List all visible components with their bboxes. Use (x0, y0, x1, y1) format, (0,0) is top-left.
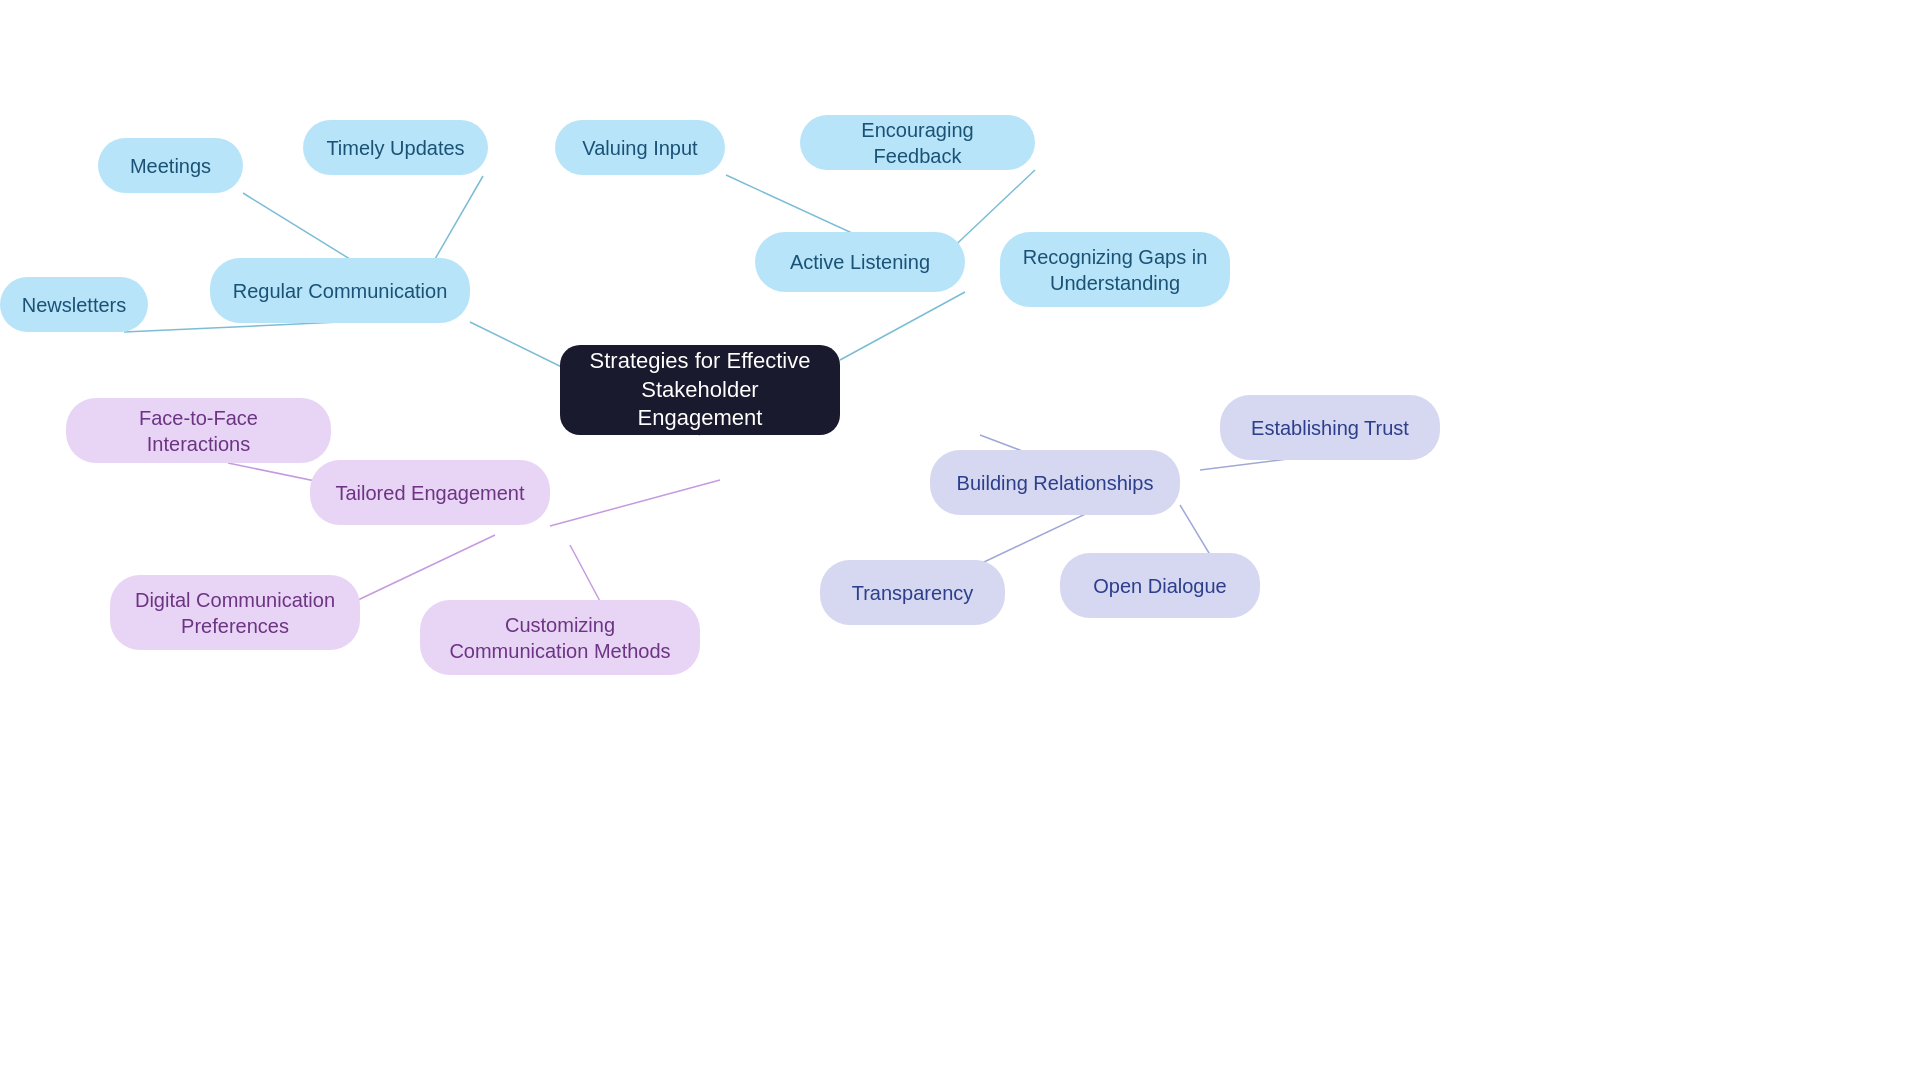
node-recognizing-gaps: Recognizing Gaps in Understanding (1000, 232, 1230, 307)
node-meetings: Meetings (98, 138, 243, 193)
node-transparency: Transparency (820, 560, 1005, 625)
node-timely-updates: Timely Updates (303, 120, 488, 175)
node-active-listening: Active Listening (755, 232, 965, 292)
svg-line-1 (840, 292, 965, 360)
node-customizing-comm: Customizing Communication Methods (420, 600, 700, 675)
node-digital-comm: Digital Communication Preferences (110, 575, 360, 650)
node-open-dialogue: Open Dialogue (1060, 553, 1260, 618)
node-building-relationships: Building Relationships (930, 450, 1180, 515)
svg-line-6 (124, 322, 340, 332)
svg-line-2 (550, 480, 720, 526)
node-regular-communication: Regular Communication (210, 258, 470, 323)
node-valuing-input: Valuing Input (555, 120, 725, 175)
node-newsletters: Newsletters (0, 277, 148, 332)
node-tailored-engagement: Tailored Engagement (310, 460, 550, 525)
node-establishing-trust: Establishing Trust (1220, 395, 1440, 460)
node-encouraging-feedback: Encouraging Feedback (800, 115, 1035, 170)
node-face-to-face: Face-to-Face Interactions (66, 398, 331, 463)
center-node: Strategies for Effective Stakeholder Eng… (560, 345, 840, 435)
